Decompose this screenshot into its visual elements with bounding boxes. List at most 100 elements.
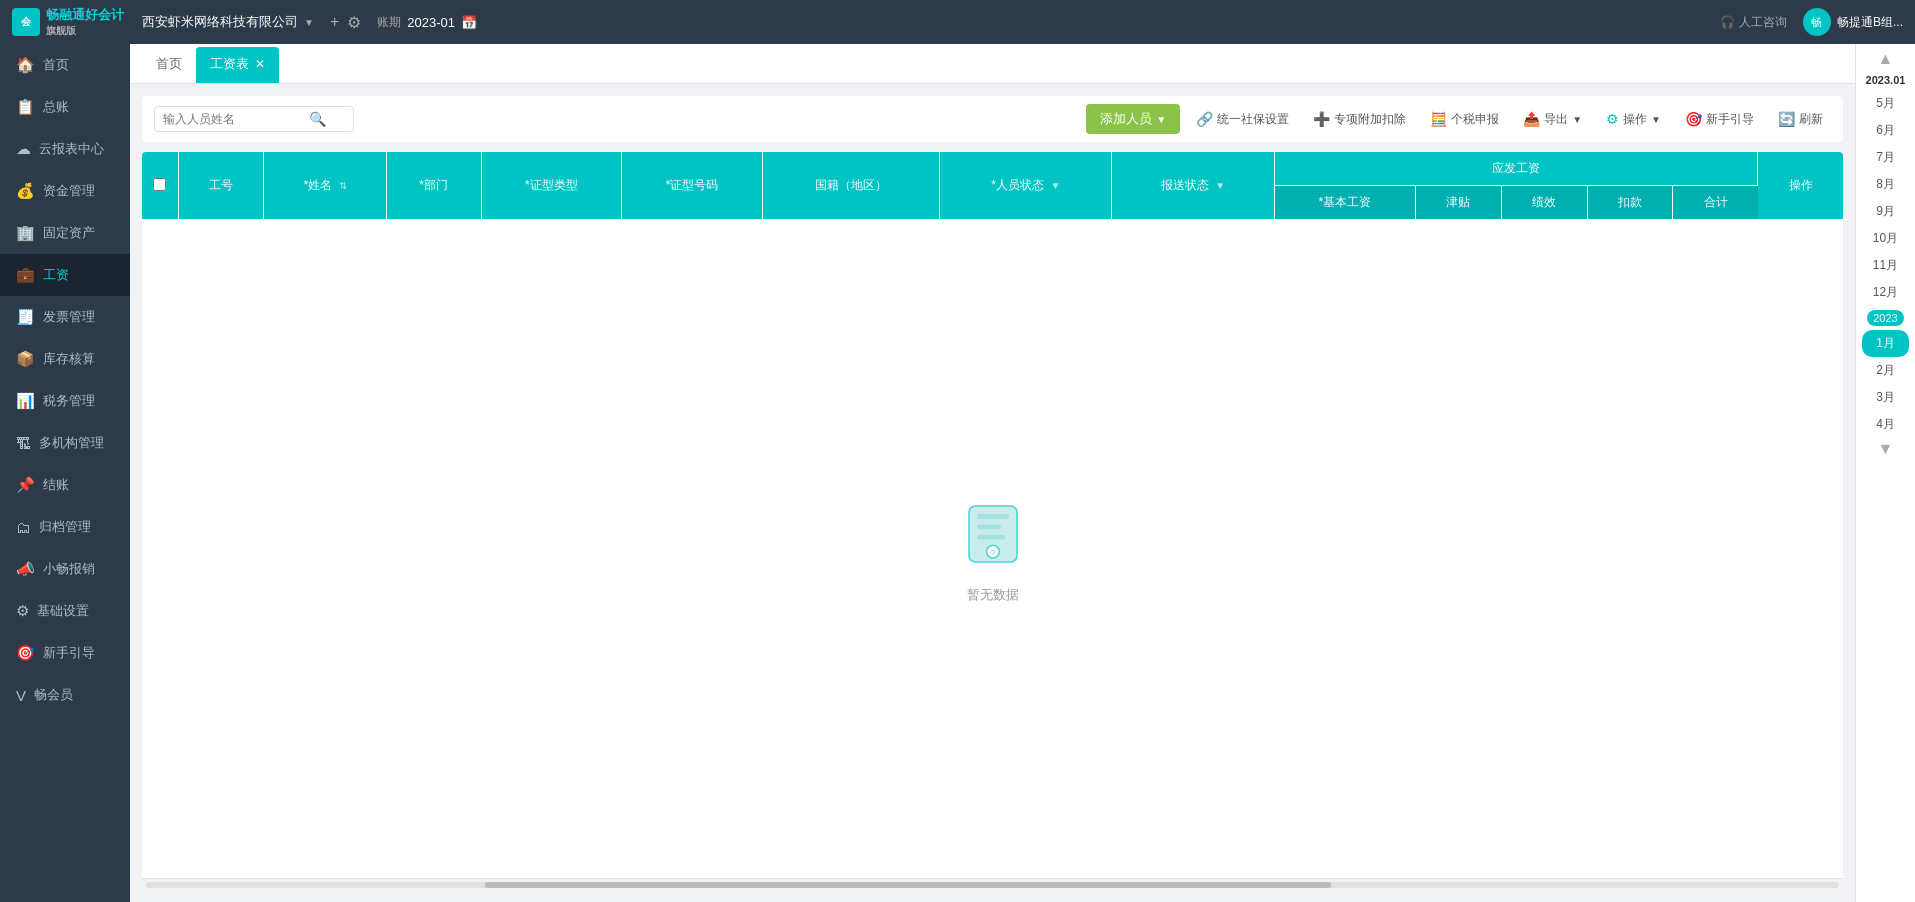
month-4[interactable]: 4月 xyxy=(1856,411,1915,438)
add-dropdown-arrow: ▼ xyxy=(1156,114,1166,125)
sidebar-item-closing[interactable]: 📌 结账 xyxy=(0,464,130,506)
human-service-label: 人工咨询 xyxy=(1739,14,1787,31)
scrollbar-thumb xyxy=(485,882,1332,888)
th-cert-num: *证型号码 xyxy=(622,152,763,219)
month-9[interactable]: 9月 xyxy=(1856,198,1915,225)
search-icon[interactable]: 🔍 xyxy=(309,111,326,127)
sidebar-item-basic-settings[interactable]: ⚙ 基础设置 xyxy=(0,590,130,632)
empty-icon: ? xyxy=(953,494,1033,574)
month-3[interactable]: 3月 xyxy=(1856,384,1915,411)
tax-calc-icon: 🧮 xyxy=(1430,111,1447,127)
th-number: 工号 xyxy=(178,152,264,219)
operations-btn[interactable]: ⚙ 操作 ▼ xyxy=(1598,107,1669,132)
settings-button[interactable]: ⚙ xyxy=(347,13,361,32)
period-label: 账期 xyxy=(377,14,401,31)
user-area[interactable]: 畅 畅提通B组... xyxy=(1803,8,1903,36)
sidebar-item-archive[interactable]: 🗂 归档管理 xyxy=(0,506,130,548)
horizontal-scrollbar[interactable] xyxy=(146,882,1839,888)
right-panel: ▲ 2023.01 5月 6月 7月 8月 9月 10月 11月 12月 202… xyxy=(1855,44,1915,902)
refresh-btn[interactable]: 🔄 刷新 xyxy=(1770,107,1831,132)
inventory-icon: 📦 xyxy=(16,350,35,368)
calendar-icon[interactable]: 📅 xyxy=(461,15,477,30)
month-5[interactable]: 5月 xyxy=(1856,90,1915,117)
invoice-icon: 🧾 xyxy=(16,308,35,326)
human-service-btn[interactable]: 🎧 人工咨询 xyxy=(1720,14,1787,31)
search-input[interactable] xyxy=(163,112,303,126)
month-11[interactable]: 11月 xyxy=(1856,252,1915,279)
sidebar-item-expense[interactable]: 📣 小畅报销 xyxy=(0,548,130,590)
empty-state: ? 暂无数据 xyxy=(142,219,1843,878)
company-selector[interactable]: 西安虾米网络科技有限公司 ▼ xyxy=(142,13,314,31)
tab-home[interactable]: 首页 xyxy=(142,47,196,83)
month-2[interactable]: 2月 xyxy=(1856,357,1915,384)
svg-rect-1 xyxy=(977,514,1009,519)
logo-icon: 会 xyxy=(12,8,40,36)
export-btn[interactable]: 📤 导出 ▼ xyxy=(1515,107,1590,132)
member-icon: V xyxy=(16,687,26,704)
sidebar-item-fixed-assets[interactable]: 🏢 固定资产 xyxy=(0,212,130,254)
sidebar-item-tax[interactable]: 📊 税务管理 xyxy=(0,380,130,422)
main-layout: 🏠 首页 📋 总账 ☁ 云报表中心 💰 资金管理 🏢 固定资产 💼 工资 🧾 发… xyxy=(0,44,1915,902)
select-all-header[interactable] xyxy=(142,152,178,219)
add-company-button[interactable]: + xyxy=(330,13,339,31)
sidebar-item-funds[interactable]: 💰 资金管理 xyxy=(0,170,130,212)
sidebar-item-inventory[interactable]: 📦 库存核算 xyxy=(0,338,130,380)
guide-icon: 🎯 xyxy=(16,644,35,662)
name-sort-icon[interactable]: ⇅ xyxy=(339,180,347,191)
sidebar-item-guide[interactable]: 🎯 新手引导 xyxy=(0,632,130,674)
sidebar-item-ledger[interactable]: 📋 总账 xyxy=(0,86,130,128)
status-filter-icon[interactable]: ▼ xyxy=(1050,180,1060,191)
tax-icon: 📊 xyxy=(16,392,35,410)
sidebar-item-salary[interactable]: 💼 工资 xyxy=(0,254,130,296)
personal-tax-btn[interactable]: 🧮 个税申报 xyxy=(1422,107,1507,132)
th-dept: *部门 xyxy=(386,152,481,219)
header-actions: + ⚙ xyxy=(330,13,361,32)
add-person-button[interactable]: 添加人员 ▼ xyxy=(1086,104,1180,134)
th-cert-type: *证型类型 xyxy=(481,152,622,219)
tab-salary[interactable]: 工资表 ✕ xyxy=(196,47,279,83)
table-wrapper: 工号 *姓名 ⇅ *部门 *证型类型 *证型号码 国籍（地区） *人员状态 xyxy=(142,152,1843,890)
guide-btn[interactable]: 🎯 新手引导 xyxy=(1677,107,1762,132)
operations-icon: ⚙ xyxy=(1606,111,1619,127)
home-icon: 🏠 xyxy=(16,56,35,74)
headset-icon: 🎧 xyxy=(1720,15,1735,29)
current-period-header: 2023.01 xyxy=(1864,70,1908,90)
app-name: 畅融通好会计 xyxy=(46,6,124,24)
scrollbar-area xyxy=(142,878,1843,890)
svg-rect-2 xyxy=(977,524,1001,529)
period-area: 账期 2023-01 📅 xyxy=(377,14,477,31)
th-name: *姓名 ⇅ xyxy=(264,152,386,219)
social-security-btn[interactable]: 🔗 统一社保设置 xyxy=(1188,107,1297,132)
cloud-icon: ☁ xyxy=(16,140,31,158)
salary-table: 工号 *姓名 ⇅ *部门 *证型类型 *证型号码 国籍（地区） *人员状态 xyxy=(142,152,1843,219)
expense-icon: 📣 xyxy=(16,560,35,578)
search-wrap: 🔍 xyxy=(154,106,354,132)
month-1-active[interactable]: 1月 xyxy=(1862,330,1909,357)
special-deduction-btn[interactable]: ➕ 专项附加扣除 xyxy=(1305,107,1414,132)
sidebar-item-member[interactable]: V 畅会员 xyxy=(0,674,130,716)
ledger-icon: 📋 xyxy=(16,98,35,116)
th-report-status: 报送状态 ▼ xyxy=(1112,152,1275,219)
sidebar-item-home[interactable]: 🏠 首页 xyxy=(0,44,130,86)
company-dropdown-arrow: ▼ xyxy=(304,17,314,28)
funds-icon: 💰 xyxy=(16,182,35,200)
closing-icon: 📌 xyxy=(16,476,35,494)
sidebar-item-invoice[interactable]: 🧾 发票管理 xyxy=(0,296,130,338)
month-10[interactable]: 10月 xyxy=(1856,225,1915,252)
tab-close-icon[interactable]: ✕ xyxy=(255,57,265,71)
sidebar-item-cloud-reports[interactable]: ☁ 云报表中心 xyxy=(0,128,130,170)
prev-year-arrow[interactable]: ▲ xyxy=(1876,48,1896,70)
assets-icon: 🏢 xyxy=(16,224,35,242)
month-7[interactable]: 7月 xyxy=(1856,144,1915,171)
multi-org-icon: 🏗 xyxy=(16,435,31,452)
app-sub: 旗舰版 xyxy=(46,24,124,38)
month-8[interactable]: 8月 xyxy=(1856,171,1915,198)
report-filter-icon[interactable]: ▼ xyxy=(1215,180,1225,191)
next-year-arrow[interactable]: ▼ xyxy=(1876,438,1896,460)
sidebar-item-multi-org[interactable]: 🏗 多机构管理 xyxy=(0,422,130,464)
month-12[interactable]: 12月 xyxy=(1856,279,1915,306)
month-6[interactable]: 6月 xyxy=(1856,117,1915,144)
content-area: 首页 工资表 ✕ 🔍 添加人员 ▼ 🔗 xyxy=(130,44,1855,902)
th-status: *人员状态 ▼ xyxy=(940,152,1112,219)
select-all-checkbox[interactable] xyxy=(153,178,166,191)
